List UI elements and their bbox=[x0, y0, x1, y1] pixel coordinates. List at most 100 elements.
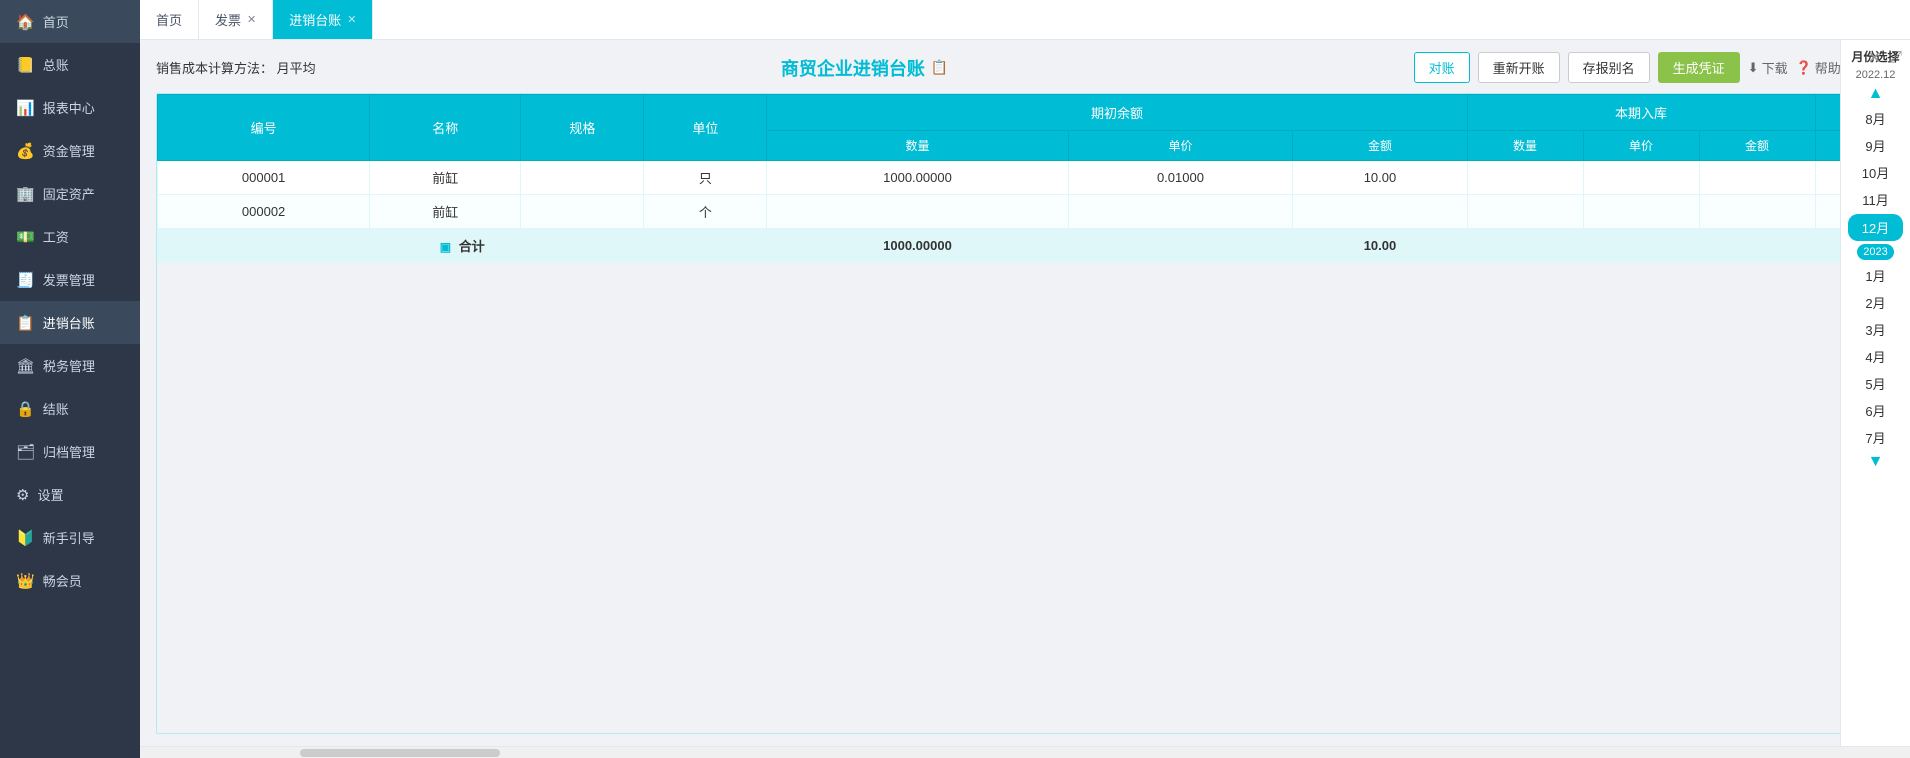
col-ci-amount: 金额 bbox=[1699, 131, 1815, 161]
help-icon: ❓ bbox=[1796, 60, 1812, 76]
sidebar-item-assets[interactable]: 🏢 固定资产 bbox=[0, 172, 140, 215]
month-item-8[interactable]: 8月 bbox=[1841, 105, 1910, 132]
cell-ci-quantity bbox=[1467, 195, 1583, 229]
month-item-12[interactable]: 12月 bbox=[1848, 214, 1903, 241]
sidebar-item-settings[interactable]: ⚙ 设置 bbox=[0, 473, 140, 516]
month-item-2023-2[interactable]: 2月 bbox=[1841, 289, 1910, 316]
bottom-scrollbar[interactable] bbox=[140, 746, 1910, 758]
sidebar-item-label: 归档管理 bbox=[43, 442, 95, 461]
sidebar-item-home[interactable]: 🏠 首页 bbox=[0, 0, 140, 43]
cell-spec bbox=[521, 161, 644, 195]
cell-ci-amount bbox=[1699, 195, 1815, 229]
month-item-2023-4[interactable]: 4月 bbox=[1841, 343, 1910, 370]
month-scroll-up[interactable]: ▲ bbox=[1868, 83, 1884, 105]
main-area: 首页 发票 ✕ 进销台账 ✕ ✕ ⤢ 销售成本计算方法： 月平均 商贸企业进销台… bbox=[140, 0, 1910, 758]
member-icon: 👑 bbox=[16, 572, 35, 590]
tab-invoice-label: 发票 bbox=[215, 10, 241, 29]
salary-icon: 💵 bbox=[16, 228, 35, 246]
total-ci-unit-price bbox=[1583, 229, 1699, 263]
generate-voucher-button[interactable]: 生成凭证 bbox=[1658, 52, 1740, 83]
sales-method: 销售成本计算方法： 月平均 bbox=[156, 58, 316, 77]
tab-purchase-sales-close[interactable]: ✕ bbox=[347, 13, 356, 26]
sidebar-item-guide[interactable]: 🔰 新手引导 bbox=[0, 516, 140, 559]
ledger-icon: 📒 bbox=[16, 56, 35, 74]
month-item-2023-7[interactable]: 7月 bbox=[1841, 424, 1910, 451]
cell-name: 前缸 bbox=[370, 195, 521, 229]
total-icon: ▣ bbox=[440, 240, 451, 254]
col-ob-unit-price: 单价 bbox=[1068, 131, 1293, 161]
tab-invoice[interactable]: 发票 ✕ bbox=[199, 0, 273, 39]
close-button[interactable]: ✕ bbox=[1868, 48, 1881, 68]
sidebar-item-ledger[interactable]: 📒 总账 bbox=[0, 43, 140, 86]
sidebar-item-label: 设置 bbox=[37, 485, 63, 504]
sidebar-item-archive[interactable]: 🗂 归档管理 bbox=[0, 430, 140, 473]
cell-name: 前缸 bbox=[370, 161, 521, 195]
cell-ob-quantity bbox=[767, 195, 1068, 229]
sidebar-item-reports[interactable]: 📊 报表中心 bbox=[0, 86, 140, 129]
total-ob-amount: 10.00 bbox=[1293, 229, 1467, 263]
edit-icon[interactable]: 📋 bbox=[931, 59, 948, 76]
col-name: 名称 bbox=[370, 95, 521, 161]
col-ci-unit-price: 单价 bbox=[1583, 131, 1699, 161]
tax-icon: 🏛 bbox=[16, 357, 35, 375]
month-scroll-down[interactable]: ▼ bbox=[1868, 451, 1884, 473]
sidebar-item-member[interactable]: 👑 畅会员 bbox=[0, 559, 140, 602]
cell-ci-amount bbox=[1699, 161, 1815, 195]
download-button[interactable]: ⬇ 下载 bbox=[1748, 58, 1788, 77]
table-row: 000002 前缸 个 bbox=[158, 195, 1893, 229]
sidebar-item-invoice-mgmt[interactable]: 🧾 发票管理 bbox=[0, 258, 140, 301]
col-opening-balance: 期初余额 bbox=[767, 95, 1467, 131]
help-label: 帮助 bbox=[1815, 58, 1841, 77]
cell-ob-unit-price bbox=[1068, 195, 1293, 229]
scroll-thumb[interactable] bbox=[300, 749, 500, 757]
reopen-button[interactable]: 重新开账 bbox=[1478, 52, 1560, 83]
sidebar-item-label: 总账 bbox=[43, 55, 69, 74]
save-alias-button[interactable]: 存报别名 bbox=[1568, 52, 1650, 83]
sidebar-item-closing[interactable]: 🔒 结账 bbox=[0, 387, 140, 430]
sidebar-item-tax[interactable]: 🏛 税务管理 bbox=[0, 344, 140, 387]
month-item-2023-5[interactable]: 5月 bbox=[1841, 370, 1910, 397]
reconcile-button[interactable]: 对账 bbox=[1414, 52, 1470, 83]
tab-invoice-close[interactable]: ✕ bbox=[247, 13, 256, 26]
sidebar-item-label: 发票管理 bbox=[43, 270, 95, 289]
cell-code: 000001 bbox=[158, 161, 370, 195]
help-button[interactable]: ❓ 帮助 bbox=[1796, 58, 1841, 77]
sidebar-item-label: 报表中心 bbox=[43, 98, 95, 117]
col-current-in: 本期入库 bbox=[1467, 95, 1815, 131]
month-item-2023-3[interactable]: 3月 bbox=[1841, 316, 1910, 343]
sales-method-value: 月平均 bbox=[277, 61, 316, 76]
sidebar-item-label: 资金管理 bbox=[43, 141, 95, 160]
toolbar-actions: 对账 重新开账 存报别名 生成凭证 ⬇ 下载 ❓ 帮助 🔄 刷新 bbox=[1414, 52, 1894, 83]
year-tag-2023: 2023 bbox=[1857, 244, 1893, 260]
col-ob-quantity: 数量 bbox=[767, 131, 1068, 161]
sidebar: 🏠 首页 📒 总账 📊 报表中心 💰 资金管理 🏢 固定资产 💵 工资 🧾 发票… bbox=[0, 0, 140, 758]
cell-unit: 只 bbox=[644, 161, 767, 195]
page-title: 商贸企业进销台账 📋 bbox=[781, 55, 948, 81]
month-item-9[interactable]: 9月 bbox=[1841, 132, 1910, 159]
sidebar-item-label: 新手引导 bbox=[43, 528, 95, 547]
home-icon: 🏠 bbox=[16, 13, 35, 31]
sidebar-item-label: 畅会员 bbox=[43, 571, 82, 590]
sidebar-item-funds[interactable]: 💰 资金管理 bbox=[0, 129, 140, 172]
total-ob-unit-price bbox=[1068, 229, 1293, 263]
month-item-11[interactable]: 11月 bbox=[1841, 186, 1910, 213]
download-label: 下载 bbox=[1762, 58, 1788, 77]
total-ob-quantity: 1000.00000 bbox=[767, 229, 1068, 263]
sidebar-item-label: 固定资产 bbox=[43, 184, 95, 203]
col-ob-amount: 金额 bbox=[1293, 131, 1467, 161]
tab-purchase-sales[interactable]: 进销台账 ✕ bbox=[273, 0, 373, 39]
sidebar-item-purchase-sales[interactable]: 📋 进销台账 bbox=[0, 301, 140, 344]
sidebar-item-label: 工资 bbox=[43, 227, 69, 246]
assets-icon: 🏢 bbox=[16, 185, 35, 203]
cell-ci-quantity bbox=[1467, 161, 1583, 195]
sidebar-item-salary[interactable]: 💵 工资 bbox=[0, 215, 140, 258]
cell-ob-unit-price: 0.01000 bbox=[1068, 161, 1293, 195]
maximize-button[interactable]: ⤢ bbox=[1889, 48, 1902, 68]
tab-home[interactable]: 首页 bbox=[140, 0, 199, 39]
sidebar-item-label: 税务管理 bbox=[43, 356, 95, 375]
month-item-10[interactable]: 10月 bbox=[1841, 159, 1910, 186]
month-item-2023-6[interactable]: 6月 bbox=[1841, 397, 1910, 424]
archive-icon: 🗂 bbox=[16, 443, 35, 461]
month-item-2023-1[interactable]: 1月 bbox=[1841, 262, 1910, 289]
col-ci-quantity: 数量 bbox=[1467, 131, 1583, 161]
